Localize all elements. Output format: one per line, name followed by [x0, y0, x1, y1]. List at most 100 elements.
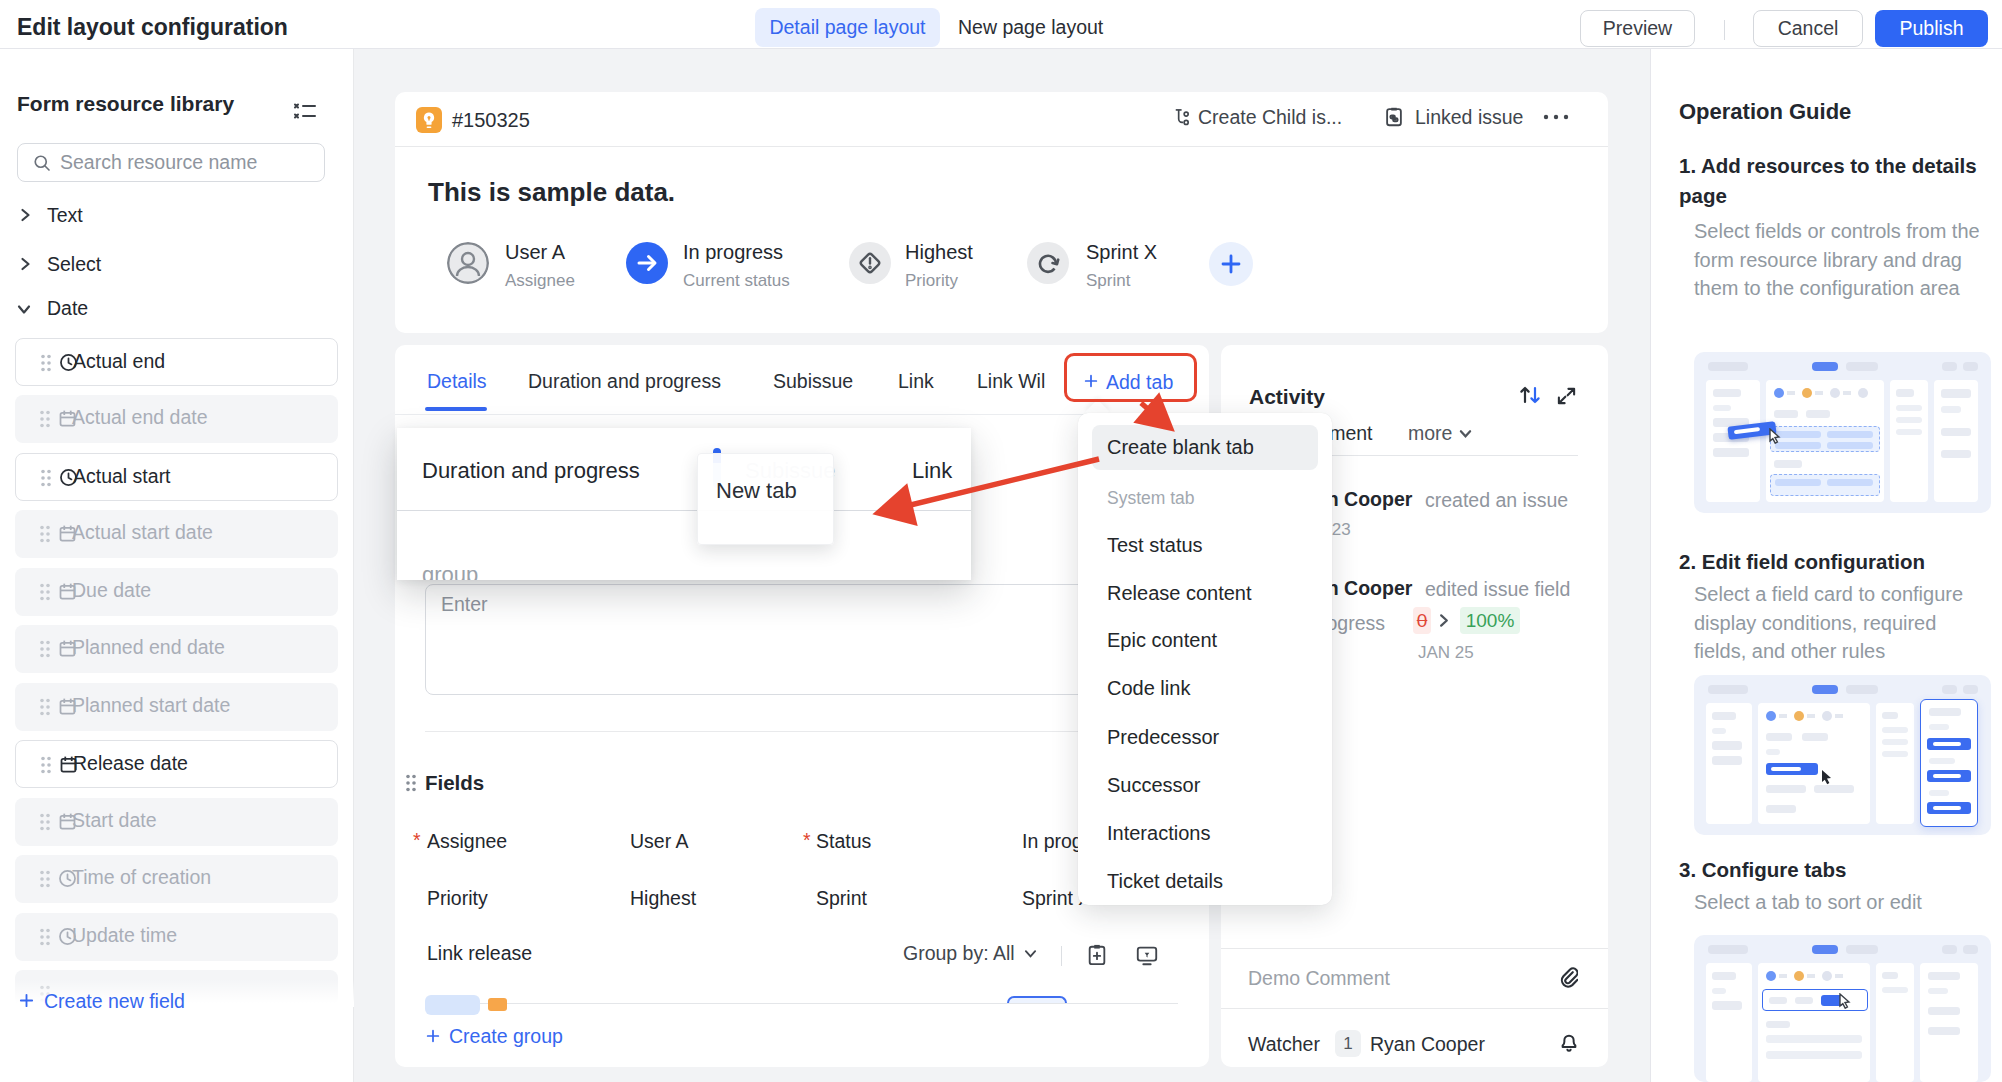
field-label[interactable]: Status	[816, 829, 871, 853]
field-item-release-date[interactable]: Release date	[15, 740, 338, 788]
linked-issue-label: Linked issue	[1415, 106, 1523, 128]
tab-new-page-layout[interactable]: New page layout	[958, 8, 1103, 47]
section-divider	[425, 731, 1178, 732]
comment-input[interactable]: Demo Comment	[1248, 967, 1390, 990]
field-item-label: Actual start date	[72, 510, 213, 555]
field-item-label: Release date	[73, 741, 188, 786]
cancel-button[interactable]: Cancel	[1753, 10, 1863, 47]
paperclip-icon[interactable]	[1557, 965, 1578, 989]
field-item-label: Actual start	[73, 454, 171, 499]
header-divider	[1724, 20, 1725, 40]
overlay-group-label: group	[422, 562, 478, 580]
more-actions-icon[interactable]	[1540, 110, 1572, 124]
cursor-icon	[1768, 428, 1782, 444]
tab-details[interactable]: Details	[427, 370, 487, 392]
feed-timestamp: JAN 25	[1418, 643, 1474, 663]
create-new-field-label: Create new field	[44, 989, 185, 1013]
guide-step-heading: 3. Configure tabs	[1679, 855, 1981, 885]
expand-icon[interactable]	[1556, 386, 1577, 406]
issue-id: #150325	[452, 108, 530, 132]
card-filter-icon[interactable]	[1135, 944, 1159, 967]
overlay-tab-duration: Duration and progress	[422, 458, 640, 484]
drag-preview-overlay: Duration and progress Subissue Link grou…	[397, 428, 971, 580]
menu-item-label: Create blank tab	[1107, 436, 1254, 459]
watcher-label: Watcher	[1248, 1033, 1320, 1056]
bell-icon[interactable]	[1559, 1030, 1579, 1054]
field-item-label: Due date	[72, 568, 151, 613]
field-item-update-time[interactable]: Update time	[15, 913, 338, 961]
menu-item-interactions[interactable]: Interactions	[1107, 811, 1210, 855]
clipped-pill-blue	[1007, 996, 1067, 1003]
chevron-right-icon	[1437, 613, 1451, 628]
tab-subissue[interactable]: Subissue	[773, 370, 853, 392]
field-item-label: Start date	[72, 798, 157, 843]
section-label: Select	[47, 253, 101, 275]
collapse-panel-icon[interactable]	[293, 101, 317, 123]
field-item-time-of-creation[interactable]: Time of creation	[15, 855, 338, 903]
tab-more[interactable]: more	[1408, 422, 1452, 444]
search-input[interactable]: Search resource name	[17, 143, 325, 182]
feed-action: created an issue	[1425, 489, 1568, 511]
dragged-new-tab[interactable]: New tab	[697, 453, 834, 545]
clipped-chip-orange	[488, 998, 507, 1011]
menu-section-label: System tab	[1107, 488, 1195, 508]
menu-item-successor[interactable]: Successor	[1107, 763, 1200, 807]
search-icon	[32, 153, 52, 173]
field-value[interactable]: Highest	[630, 886, 696, 910]
menu-item-predecessor[interactable]: Predecessor	[1107, 715, 1219, 759]
attribute-label: Sprint	[1086, 271, 1130, 291]
group-box-divider	[425, 1003, 1178, 1004]
chevron-down-icon	[16, 301, 32, 317]
field-item-planned-end-date[interactable]: Planned end date	[15, 625, 338, 673]
guide-step-heading: 2. Edit field configuration	[1679, 547, 1981, 577]
watcher-name: Ryan Cooper	[1370, 1033, 1485, 1056]
menu-item-epic-content[interactable]: Epic content	[1107, 618, 1217, 662]
guide-step-description: Select a field card to configure display…	[1694, 580, 1986, 666]
edit-layout-configuration-page: Edit layout configuration Detail page la…	[0, 0, 2002, 1082]
field-item-label: Actual end date	[72, 395, 208, 440]
field-label[interactable]: Assignee	[427, 829, 507, 853]
tab-link[interactable]: Link	[898, 370, 934, 392]
field-item-actual-start[interactable]: Actual start	[15, 453, 338, 501]
field-label[interactable]: Link release	[427, 941, 532, 965]
add-attribute-button[interactable]	[1209, 242, 1253, 286]
field-item-label: Planned end date	[72, 625, 225, 670]
guide-step-description: Select fields or controls from the form …	[1694, 217, 1986, 303]
field-item-start-date[interactable]: Start date	[15, 798, 338, 846]
tab-link-wil[interactable]: Link Wil	[977, 370, 1045, 392]
clipboard-add-icon[interactable]	[1086, 943, 1108, 967]
guide-step-heading: 1. Add resources to the details page	[1679, 151, 1981, 211]
group-by-selector[interactable]: Group by: All	[903, 941, 1015, 965]
sidebar-title: Form resource library	[17, 92, 234, 116]
cursor-icon	[1838, 993, 1852, 1009]
drag-handle-icon[interactable]	[405, 774, 417, 792]
field-item-actual-end-date[interactable]: Actual end date	[15, 395, 338, 443]
feed-action: edited issue field	[1425, 578, 1570, 600]
menu-item-code-link[interactable]: Code link	[1107, 666, 1190, 710]
menu-item-release-content[interactable]: Release content	[1107, 571, 1252, 615]
field-item-planned-start-date[interactable]: Planned start date	[15, 683, 338, 731]
create-group-label: Create group	[449, 1025, 563, 1047]
tab-duration[interactable]: Duration and progress	[528, 370, 721, 392]
menu-item-test-status[interactable]: Test status	[1107, 523, 1203, 567]
menu-item-create-blank-tab[interactable]: Create blank tab	[1092, 425, 1318, 470]
tab-detail-page-layout[interactable]: Detail page layout	[755, 8, 940, 47]
group-textarea[interactable]: Enter	[425, 584, 1178, 695]
status-arrow-icon	[626, 242, 668, 284]
field-label[interactable]: Sprint	[816, 886, 867, 910]
field-value[interactable]: User A	[630, 829, 689, 853]
preview-button[interactable]: Preview	[1580, 10, 1695, 47]
sort-icon[interactable]	[1518, 385, 1542, 405]
menu-item-ticket-details[interactable]: Ticket details	[1107, 859, 1223, 903]
field-item-actual-start-date[interactable]: Actual start date	[15, 510, 338, 558]
textarea-placeholder: Enter	[441, 593, 488, 615]
old-value-chip: 0	[1413, 607, 1431, 634]
field-label[interactable]: Priority	[427, 886, 488, 910]
active-tab-underline	[425, 407, 487, 411]
field-item-label: Actual end	[73, 339, 165, 384]
field-item-due-date[interactable]: Due date	[15, 568, 338, 616]
publish-button[interactable]: Publish	[1875, 10, 1988, 47]
field-item-actual-end[interactable]: Actual end	[15, 338, 338, 386]
sprint-icon	[1027, 242, 1069, 284]
chevron-down-icon	[1458, 428, 1473, 440]
